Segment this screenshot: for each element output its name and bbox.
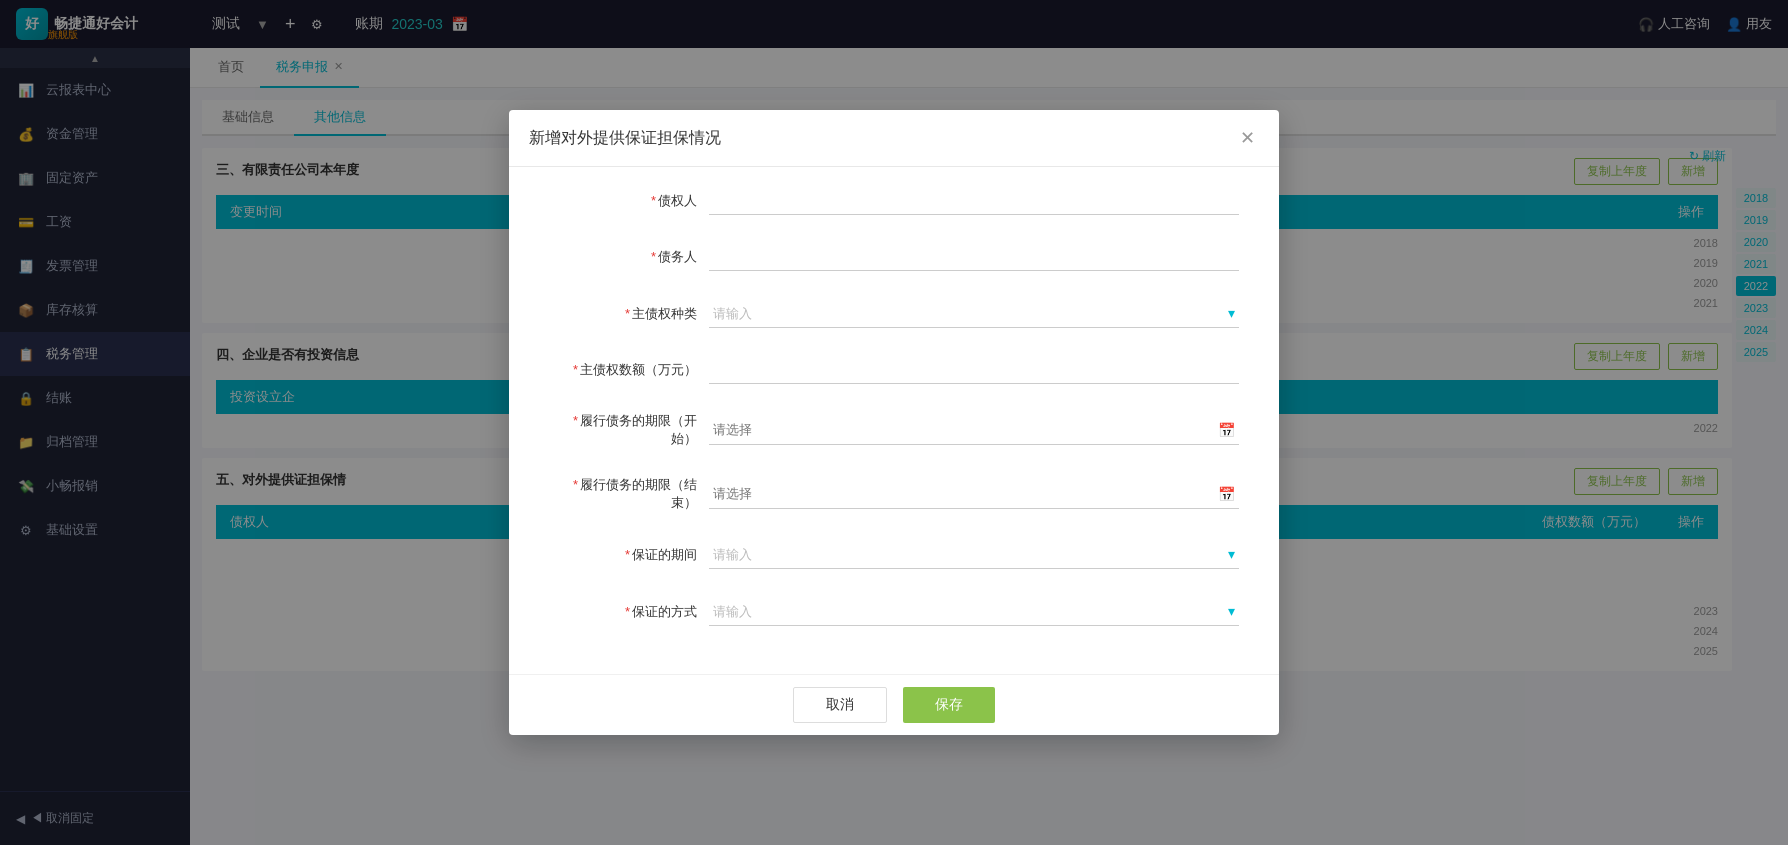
select-input-guarantee-period[interactable]	[713, 547, 1228, 562]
required-star: *	[573, 477, 578, 492]
required-star: *	[573, 413, 578, 428]
select-wrap-guarantee-method[interactable]: ▾	[709, 597, 1239, 626]
required-star: *	[651, 249, 656, 264]
form-row-period-start: *履行债务的期限（开始） 📅	[549, 412, 1239, 448]
dialog-title: 新增对外提供保证担保情况	[529, 128, 721, 149]
form-row-creditor: *债权人	[549, 187, 1239, 215]
form-label-claim-amount: *主债权数额（万元）	[549, 361, 709, 379]
form-label-period-start: *履行债务的期限（开始）	[549, 412, 709, 448]
dialog-body: *债权人 *债务人 *主债权种类 ▾ *主债权数额（万元） *履行债务的期限（开始） …	[509, 167, 1279, 674]
form-row-period-end: *履行债务的期限（结束） 📅	[549, 476, 1239, 512]
form-row-guarantee-method: *保证的方式 ▾	[549, 597, 1239, 626]
dialog-footer: 取消 保存	[509, 674, 1279, 735]
form-label-period-end: *履行债务的期限（结束）	[549, 476, 709, 512]
select-wrap-guarantee-period[interactable]: ▾	[709, 540, 1239, 569]
calendar-icon: 📅	[1218, 486, 1235, 502]
chevron-down-icon: ▾	[1228, 603, 1235, 619]
form-row-guarantee-period: *保证的期间 ▾	[549, 540, 1239, 569]
date-wrap-period-start[interactable]: 📅	[709, 416, 1239, 445]
date-input-period-end[interactable]	[713, 486, 1218, 501]
calendar-icon: 📅	[1218, 422, 1235, 438]
chevron-down-icon: ▾	[1228, 546, 1235, 562]
overlay[interactable]: 新增对外提供保证担保情况 ✕ *债权人 *债务人 *主债权种类 ▾ *主债权数额（万…	[0, 0, 1788, 845]
form-row-debtor: *债务人	[549, 243, 1239, 271]
date-wrap-period-end[interactable]: 📅	[709, 480, 1239, 509]
required-star: *	[651, 193, 656, 208]
input-creditor[interactable]	[709, 187, 1239, 215]
dialog: 新增对外提供保证担保情况 ✕ *债权人 *债务人 *主债权种类 ▾ *主债权数额（万…	[509, 110, 1279, 735]
cancel-button[interactable]: 取消	[793, 687, 887, 723]
save-button[interactable]: 保存	[903, 687, 995, 723]
dialog-header: 新增对外提供保证担保情况 ✕	[509, 110, 1279, 167]
form-label-debtor: *债务人	[549, 248, 709, 266]
input-claim-amount[interactable]	[709, 356, 1239, 384]
required-star: *	[625, 547, 630, 562]
form-label-guarantee-method: *保证的方式	[549, 603, 709, 621]
required-star: *	[573, 362, 578, 377]
select-wrap-claim-type[interactable]: ▾	[709, 299, 1239, 328]
form-row-claim-type: *主债权种类 ▾	[549, 299, 1239, 328]
input-debtor[interactable]	[709, 243, 1239, 271]
select-input-guarantee-method[interactable]	[713, 604, 1228, 619]
chevron-down-icon: ▾	[1228, 305, 1235, 321]
form-label-creditor: *债权人	[549, 192, 709, 210]
required-star: *	[625, 604, 630, 619]
form-row-claim-amount: *主债权数额（万元）	[549, 356, 1239, 384]
dialog-close-button[interactable]: ✕	[1235, 126, 1259, 150]
select-input-claim-type[interactable]	[713, 306, 1228, 321]
form-label-claim-type: *主债权种类	[549, 305, 709, 323]
form-label-guarantee-period: *保证的期间	[549, 546, 709, 564]
required-star: *	[625, 306, 630, 321]
date-input-period-start[interactable]	[713, 422, 1218, 437]
